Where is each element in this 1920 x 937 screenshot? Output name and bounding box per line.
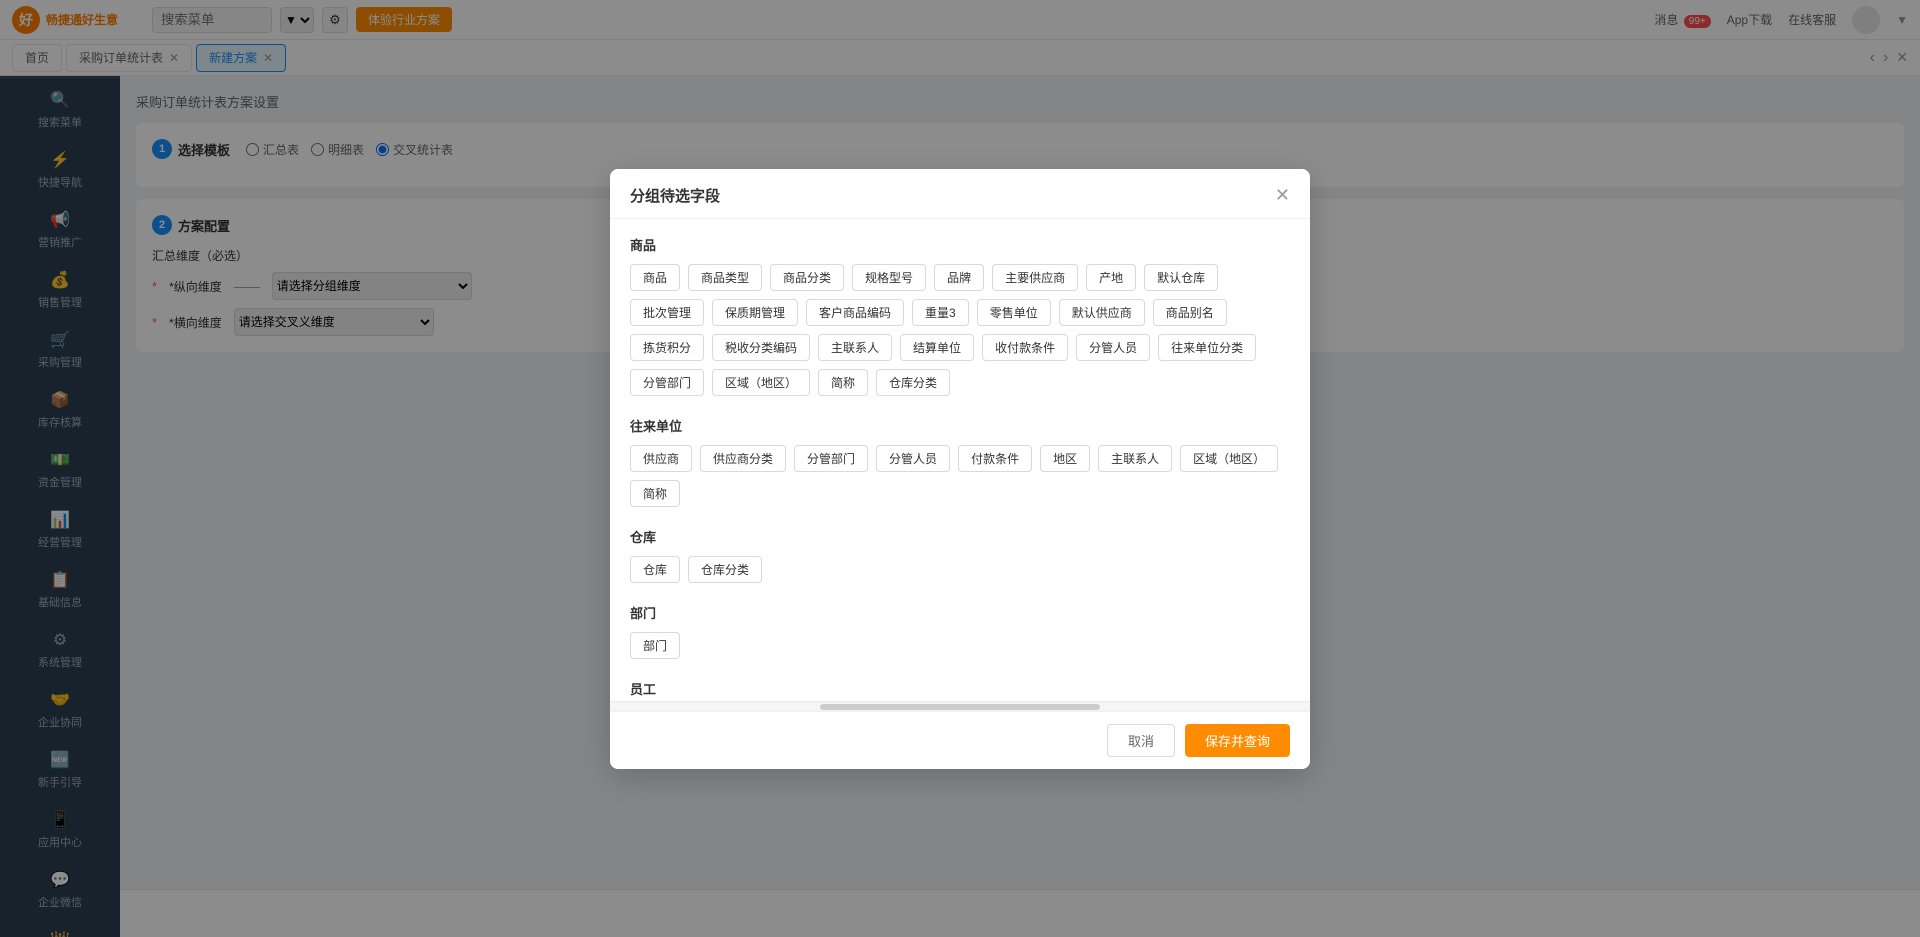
modal-hscroll-thumb bbox=[820, 704, 1100, 710]
field-tag-partner-3[interactable]: 分管人员 bbox=[876, 445, 950, 472]
section-title-goods: 商品 bbox=[630, 235, 1290, 254]
field-grid-partner: 供应商供应商分类分管部门分管人员付款条件地区主联系人区域（地区） 简称 bbox=[630, 445, 1290, 507]
modal-title: 分组待选字段 bbox=[630, 185, 720, 206]
modal-hscrollbar[interactable] bbox=[610, 701, 1310, 711]
modal-body: 商品商品商品类型商品分类规格型号品牌主要供应商产地默认仓库批次管理保质期管理客户… bbox=[610, 219, 1310, 701]
field-tag-goods-4[interactable]: 品牌 bbox=[934, 264, 984, 291]
field-tag-goods-12[interactable]: 零售单位 bbox=[977, 299, 1051, 326]
field-tag-goods-14[interactable]: 商品别名 bbox=[1153, 299, 1227, 326]
field-tag-goods-15[interactable]: 拣货积分 bbox=[630, 334, 704, 361]
field-tag-goods-1[interactable]: 商品类型 bbox=[688, 264, 762, 291]
field-select-modal: 分组待选字段 ✕ 商品商品商品类型商品分类规格型号品牌主要供应商产地默认仓库批次… bbox=[610, 169, 1310, 769]
section-title-warehouse: 仓库 bbox=[630, 527, 1290, 546]
field-tag-goods-13[interactable]: 默认供应商 bbox=[1059, 299, 1145, 326]
field-tag-goods-23[interactable]: 区域（地区） bbox=[712, 369, 810, 396]
field-tag-partner-1[interactable]: 供应商分类 bbox=[700, 445, 786, 472]
field-tag-partner-4[interactable]: 付款条件 bbox=[958, 445, 1032, 472]
field-section-department: 部门部门 bbox=[630, 603, 1290, 659]
field-section-goods: 商品商品商品类型商品分类规格型号品牌主要供应商产地默认仓库批次管理保质期管理客户… bbox=[630, 235, 1290, 396]
field-tag-goods-10[interactable]: 客户商品编码 bbox=[806, 299, 904, 326]
field-tag-goods-18[interactable]: 结算单位 bbox=[900, 334, 974, 361]
field-tag-goods-3[interactable]: 规格型号 bbox=[852, 264, 926, 291]
field-tag-goods-24[interactable]: 简称 bbox=[818, 369, 868, 396]
field-section-partner: 往来单位供应商供应商分类分管部门分管人员付款条件地区主联系人区域（地区） 简称 bbox=[630, 416, 1290, 507]
field-tag-goods-0[interactable]: 商品 bbox=[630, 264, 680, 291]
confirm-button[interactable]: 保存并查询 bbox=[1185, 724, 1290, 757]
modal-header: 分组待选字段 ✕ bbox=[610, 169, 1310, 219]
field-tag-warehouse-1[interactable]: 仓库分类 bbox=[688, 556, 762, 583]
field-tag-department-0[interactable]: 部门 bbox=[630, 632, 680, 659]
modal-footer: 取消 保存并查询 bbox=[610, 711, 1310, 769]
field-tag-partner-6[interactable]: 主联系人 bbox=[1098, 445, 1172, 472]
field-tag-goods-6[interactable]: 产地 bbox=[1086, 264, 1136, 291]
field-grid-warehouse: 仓库仓库分类 bbox=[630, 556, 1290, 583]
field-tag-goods-11[interactable]: 重量3 bbox=[912, 299, 969, 326]
field-tag-partner-8[interactable]: 简称 bbox=[630, 480, 680, 507]
field-tag-goods-8[interactable]: 批次管理 bbox=[630, 299, 704, 326]
field-tag-warehouse-0[interactable]: 仓库 bbox=[630, 556, 680, 583]
field-tag-partner-0[interactable]: 供应商 bbox=[630, 445, 692, 472]
modal-close-button[interactable]: ✕ bbox=[1275, 185, 1290, 206]
field-tag-partner-5[interactable]: 地区 bbox=[1040, 445, 1090, 472]
field-tag-goods-20[interactable]: 分管人员 bbox=[1076, 334, 1150, 361]
field-section-employee: 员工业务员 bbox=[630, 679, 1290, 701]
field-tag-partner-7[interactable]: 区域（地区） bbox=[1180, 445, 1278, 472]
field-tag-goods-19[interactable]: 收付款条件 bbox=[982, 334, 1068, 361]
section-title-department: 部门 bbox=[630, 603, 1290, 622]
field-tag-partner-2[interactable]: 分管部门 bbox=[794, 445, 868, 472]
modal-overlay: 分组待选字段 ✕ 商品商品商品类型商品分类规格型号品牌主要供应商产地默认仓库批次… bbox=[0, 0, 1920, 937]
field-section-warehouse: 仓库仓库仓库分类 bbox=[630, 527, 1290, 583]
section-title-partner: 往来单位 bbox=[630, 416, 1290, 435]
field-tag-goods-5[interactable]: 主要供应商 bbox=[992, 264, 1078, 291]
field-tag-goods-9[interactable]: 保质期管理 bbox=[712, 299, 798, 326]
field-tag-goods-21[interactable]: 往来单位分类 bbox=[1158, 334, 1256, 361]
field-tag-goods-25[interactable]: 仓库分类 bbox=[876, 369, 950, 396]
field-grid-goods: 商品商品类型商品分类规格型号品牌主要供应商产地默认仓库批次管理保质期管理客户商品… bbox=[630, 264, 1290, 396]
field-tag-goods-2[interactable]: 商品分类 bbox=[770, 264, 844, 291]
field-tag-goods-17[interactable]: 主联系人 bbox=[818, 334, 892, 361]
field-tag-goods-7[interactable]: 默认仓库 bbox=[1144, 264, 1218, 291]
section-title-employee: 员工 bbox=[630, 679, 1290, 698]
field-grid-department: 部门 bbox=[630, 632, 1290, 659]
field-tag-goods-16[interactable]: 税收分类编码 bbox=[712, 334, 810, 361]
cancel-button[interactable]: 取消 bbox=[1107, 724, 1175, 757]
field-tag-goods-22[interactable]: 分管部门 bbox=[630, 369, 704, 396]
